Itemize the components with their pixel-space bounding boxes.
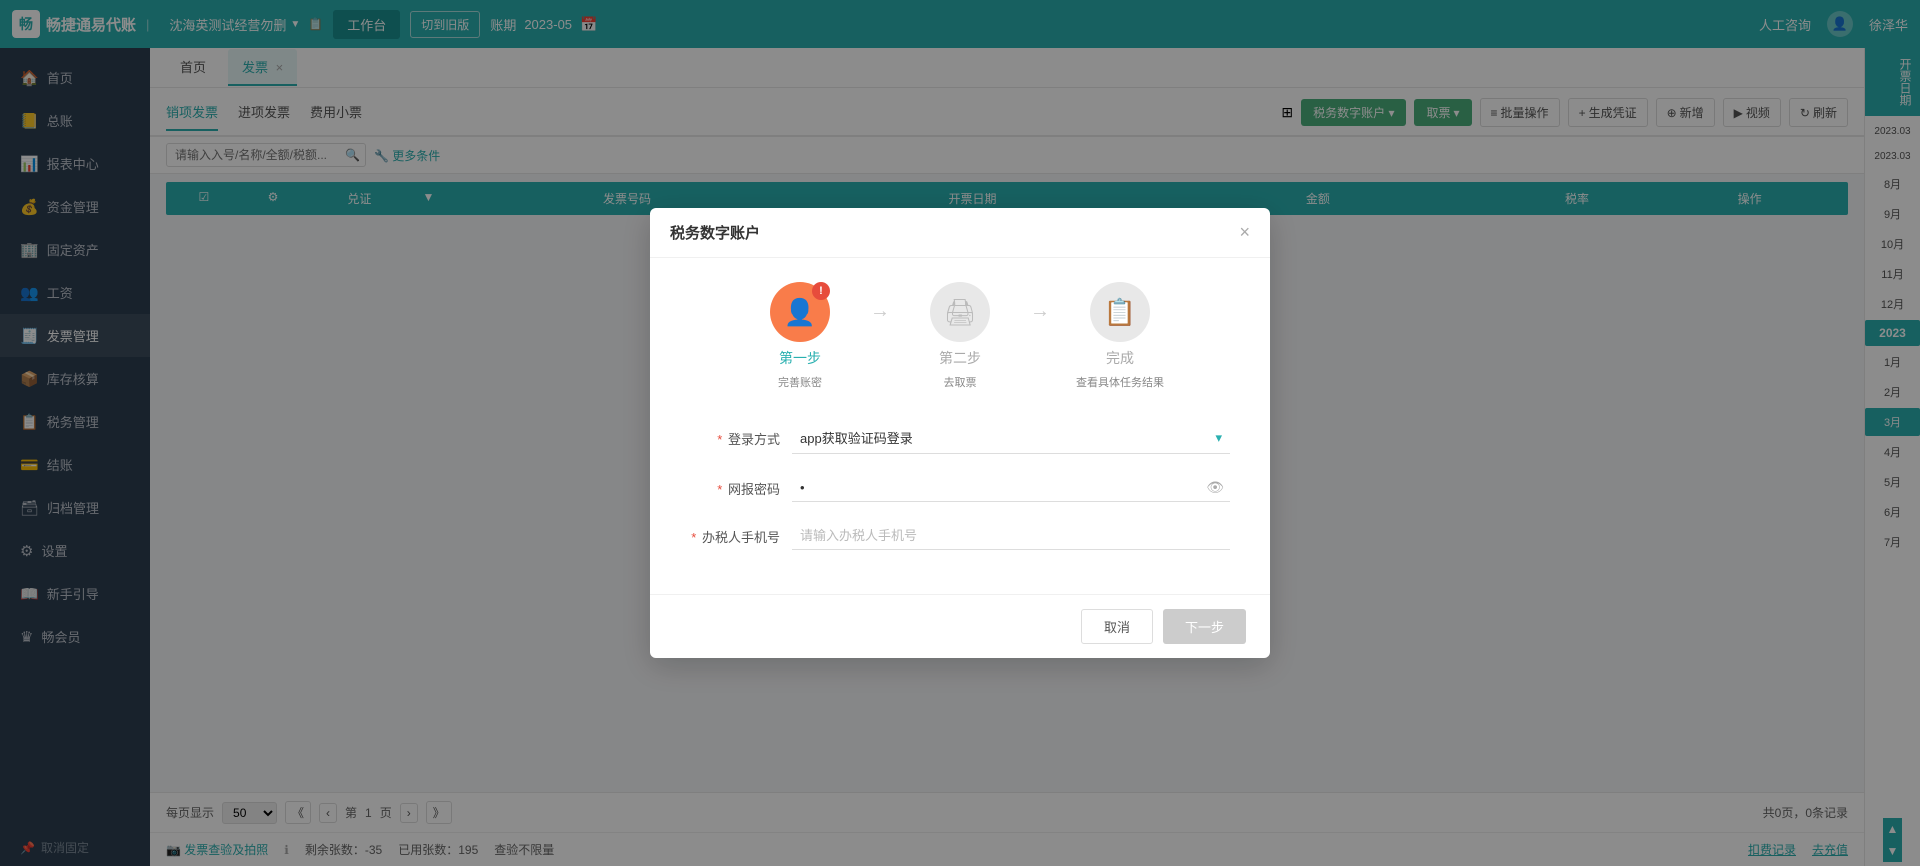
password-row: * 网报密码 👁	[690, 474, 1230, 502]
login-method-row: * 登录方式 app获取验证码登录 ▾	[690, 422, 1230, 454]
step-2: 🖨 第二步 去取票	[890, 282, 1030, 390]
phone-label: * 办税人手机号	[690, 527, 780, 546]
modal-overlay: 税务数字账户 × 👤 ! 第一步 完善账密 → 🖨	[0, 0, 1920, 866]
eye-icon[interactable]: 👁	[1206, 479, 1230, 496]
step-1-badge: !	[812, 282, 830, 300]
step-1: 👤 ! 第一步 完善账密	[730, 282, 870, 390]
modal-close-button[interactable]: ×	[1239, 222, 1250, 243]
modal-title: 税务数字账户	[670, 222, 760, 243]
step-arrow-2: →	[1030, 282, 1050, 323]
stepper: 👤 ! 第一步 完善账密 → 🖨 第二步 去取票 →	[690, 282, 1230, 390]
step-1-circle: 👤 !	[770, 282, 830, 342]
phone-input[interactable]	[792, 522, 1230, 550]
step-1-icon: 👤	[784, 297, 816, 328]
password-label: * 网报密码	[690, 479, 780, 498]
step-3-icon: 📋	[1104, 297, 1136, 328]
step-2-circle: 🖨	[930, 282, 990, 342]
login-method-select[interactable]: app获取验证码登录 ▾	[792, 422, 1230, 454]
select-arrow-icon: ▾	[1215, 430, 1222, 446]
password-input[interactable]	[792, 474, 1206, 501]
step-1-label: 第一步	[779, 348, 821, 368]
step-3-circle: 📋	[1090, 282, 1150, 342]
modal-header: 税务数字账户 ×	[650, 208, 1270, 258]
tax-digital-modal: 税务数字账户 × 👤 ! 第一步 完善账密 → 🖨	[650, 208, 1270, 658]
step-2-icon: 🖨	[943, 297, 976, 328]
next-button[interactable]: 下一步	[1163, 609, 1246, 644]
modal-footer: 取消 下一步	[650, 594, 1270, 658]
step-2-desc: 去取票	[944, 374, 977, 390]
step-3-desc: 查看具体任务结果	[1076, 374, 1164, 390]
step-arrow-1: →	[870, 282, 890, 323]
step-2-label: 第二步	[939, 348, 981, 368]
step-3-label: 完成	[1106, 348, 1134, 368]
step-3: 📋 完成 查看具体任务结果	[1050, 282, 1190, 390]
step-1-desc: 完善账密	[778, 374, 822, 390]
modal-body: 👤 ! 第一步 完善账密 → 🖨 第二步 去取票 →	[650, 258, 1270, 594]
login-method-label: * 登录方式	[690, 429, 780, 448]
phone-row: * 办税人手机号	[690, 522, 1230, 550]
password-field: 👁	[792, 474, 1230, 502]
cancel-button[interactable]: 取消	[1081, 609, 1153, 644]
